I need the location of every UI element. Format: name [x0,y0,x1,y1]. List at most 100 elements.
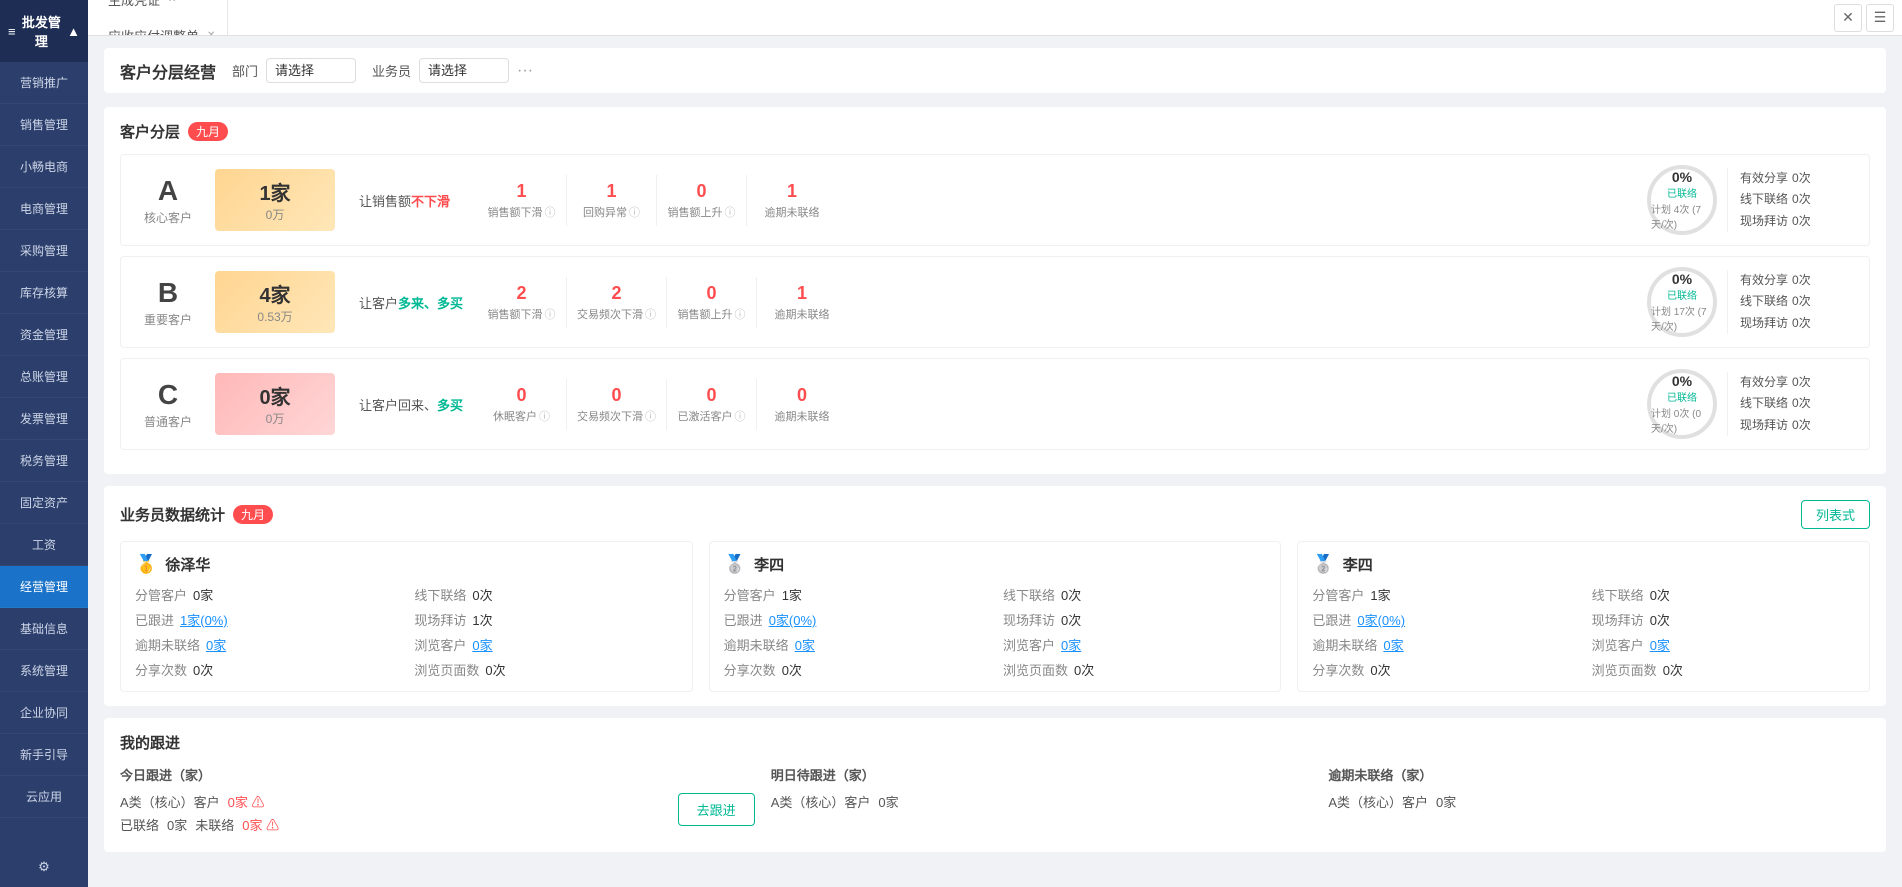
agent-stat-val[interactable]: 0家 [206,635,226,654]
info-icon[interactable]: ⓘ [545,306,556,322]
sidebar-item-新手引导[interactable]: 新手引导 [0,734,88,776]
stat-label: 逾期未联络 [757,204,827,220]
agent-badge: 🥇 [135,554,157,575]
sidebar-item-云应用[interactable]: 云应用 [0,776,88,818]
tab-menu[interactable]: ☰ [1866,4,1894,32]
tier-count-box-C: 0家0万 [215,373,335,435]
overdue-val-a: 0家 [1436,792,1456,811]
tab-close-icon[interactable]: ✕ [168,0,176,5]
info-icon[interactable]: ⓘ [545,204,556,220]
sidebar-item-固定资产[interactable]: 固定资产 [0,482,88,524]
page-title: 客户分层经营 [120,59,216,83]
agent-stat-row: 浏览客户0家 [414,635,677,654]
agent-stat-key: 已跟进 [135,610,174,629]
info-icon[interactable]: ⓘ [629,204,640,220]
agent-stat-row: 线下联络0次 [1592,585,1855,604]
agent-stats-grid: 分管客户1家线下联络0次已跟进0家(0%)现场拜访0次逾期未联络0家浏览客户0家… [724,585,1267,679]
today-followup-block: 今日跟进（家） A类（核心）客户 0家 ⚠ 已联络 0家 未联络 0家 ⚠ [120,765,662,838]
agent-stat-val[interactable]: 0家(0%) [1357,610,1405,629]
stat-block: 0逾期未联络 [757,379,847,430]
agent-stat-key: 浏览页面数 [414,660,479,679]
agent-stat-val[interactable]: 0家 [1383,635,1403,654]
info-icon[interactable]: ⓘ [539,408,550,424]
agent-select[interactable]: 请选择 [419,58,509,83]
tab-应收应付调整单[interactable]: 应收应付调整单✕ [96,18,228,37]
followup-section: 我的跟进 今日跟进（家） A类（核心）客户 0家 ⚠ 已联络 0家 未联络 0家… [104,718,1886,852]
agent-stat-key: 分管客户 [724,585,776,604]
agent-stat-val: 1家 [1370,585,1390,604]
agent-stat-key: 现场拜访 [1592,610,1644,629]
tab-bar: 首页门店商品目录✕销货单✕店铺管理✕生成凭证✕应收应付调整单✕工资表✕工资统计报… [88,0,1902,36]
sidebar-item-总账管理[interactable]: 总账管理 [0,356,88,398]
info-icon[interactable]: ⓘ [645,408,656,424]
agent-stat-val[interactable]: 0家 [472,635,492,654]
agent-stat-row: 已跟进0家(0%) [1312,610,1575,629]
agent-stat-row: 浏览页面数0次 [414,660,677,679]
sidebar-item-税务管理[interactable]: 税务管理 [0,440,88,482]
sidebar-item-电商管理[interactable]: 电商管理 [0,188,88,230]
sidebar-gear[interactable]: ⚙ [0,847,88,887]
agent-stat-val[interactable]: 0家 [1650,635,1670,654]
agent-stat-val[interactable]: 0家(0%) [769,610,817,629]
tier-label-B: B重要客户 [133,277,203,328]
sidebar-item-发票管理[interactable]: 发票管理 [0,398,88,440]
agent-stat-key: 分享次数 [724,660,776,679]
goto-btn-container: 去跟进 [678,765,755,838]
right-stat-item: 现场拜访0次 [1740,211,1857,233]
biz-month-badge: 九月 [233,505,273,524]
agent-stat-row: 已跟进0家(0%) [724,610,987,629]
agent-stat-val[interactable]: 0家 [795,635,815,654]
agent-stat-val: 0次 [1074,660,1094,679]
agent-stat-val[interactable]: 1家(0%) [180,610,228,629]
tab-scroll-left[interactable]: ✕ [1834,4,1862,32]
agent-stat-val[interactable]: 0家 [1061,635,1081,654]
stat-block: 1回购异常ⓘ [567,175,657,226]
gauge-pct: 0% [1672,169,1692,185]
tier-count-num: 1家 [223,177,327,206]
right-stat-val: 0次 [1792,393,1811,415]
main-area: 首页门店商品目录✕销货单✕店铺管理✕生成凭证✕应收应付调整单✕工资表✕工资统计报… [88,0,1902,887]
agent-stat-key: 线下联络 [1592,585,1644,604]
sidebar-item-销售管理[interactable]: 销售管理 [0,104,88,146]
tab-label: 生成凭证 [108,0,160,9]
sidebar-item-营销推广[interactable]: 营销推广 [0,62,88,104]
sidebar-top[interactable]: ≡ 批发管理 ▲ [0,0,88,62]
more-options-icon[interactable]: ··· [517,62,533,80]
agent-cards: 🥇徐泽华分管客户0家线下联络0次已跟进1家(0%)现场拜访1次逾期未联络0家浏览… [120,541,1870,692]
info-icon[interactable]: ⓘ [735,306,746,322]
tier-label-A: A核心客户 [133,175,203,226]
tier-count-sub: 0万 [223,410,327,427]
agent-stat-key: 线下联络 [1003,585,1055,604]
stat-label: 逾期未联络 [767,306,837,322]
sidebar-item-基础信息[interactable]: 基础信息 [0,608,88,650]
tab-生成凭证[interactable]: 生成凭证 ✕ [96,0,228,18]
overdue-row-a: A类（核心）客户 0家 [1328,792,1870,811]
tomorrow-followup-title: 明日待跟进（家） [771,765,1313,784]
sidebar-item-企业协同[interactable]: 企业协同 [0,692,88,734]
dept-select[interactable]: 请选择 [266,58,356,83]
today-val-2: 0家 [167,815,187,834]
right-stat-val: 0次 [1792,211,1811,233]
sidebar-item-资金管理[interactable]: 资金管理 [0,314,88,356]
tier-count-box-B: 4家0.53万 [215,271,335,333]
sidebar-item-经营管理[interactable]: 经营管理 [0,566,88,608]
info-icon[interactable]: ⓘ [725,204,736,220]
stat-num: 0 [667,181,736,202]
agent-stat-row: 分管客户1家 [1312,585,1575,604]
right-stat-label: 线下联络 [1740,393,1788,415]
stat-block: 0销售额上升ⓘ [657,175,747,226]
sidebar-item-采购管理[interactable]: 采购管理 [0,230,88,272]
info-icon[interactable]: ⓘ [645,306,656,322]
sidebar-item-库存核算[interactable]: 库存核算 [0,272,88,314]
today-val-3: 0家 ⚠ [242,815,279,834]
info-icon[interactable]: ⓘ [735,408,746,424]
goto-followup-button[interactable]: 去跟进 [678,793,755,826]
tier-count-num: 4家 [223,279,327,308]
stat-num: 1 [767,283,837,304]
sidebar-item-工资[interactable]: 工资 [0,524,88,566]
sidebar-item-小畅电商[interactable]: 小畅电商 [0,146,88,188]
right-stat-item: 线下联络0次 [1740,189,1857,211]
list-view-button[interactable]: 列表式 [1801,500,1870,529]
sidebar-item-系统管理[interactable]: 系统管理 [0,650,88,692]
agent-stat-val: 0次 [1061,610,1081,629]
